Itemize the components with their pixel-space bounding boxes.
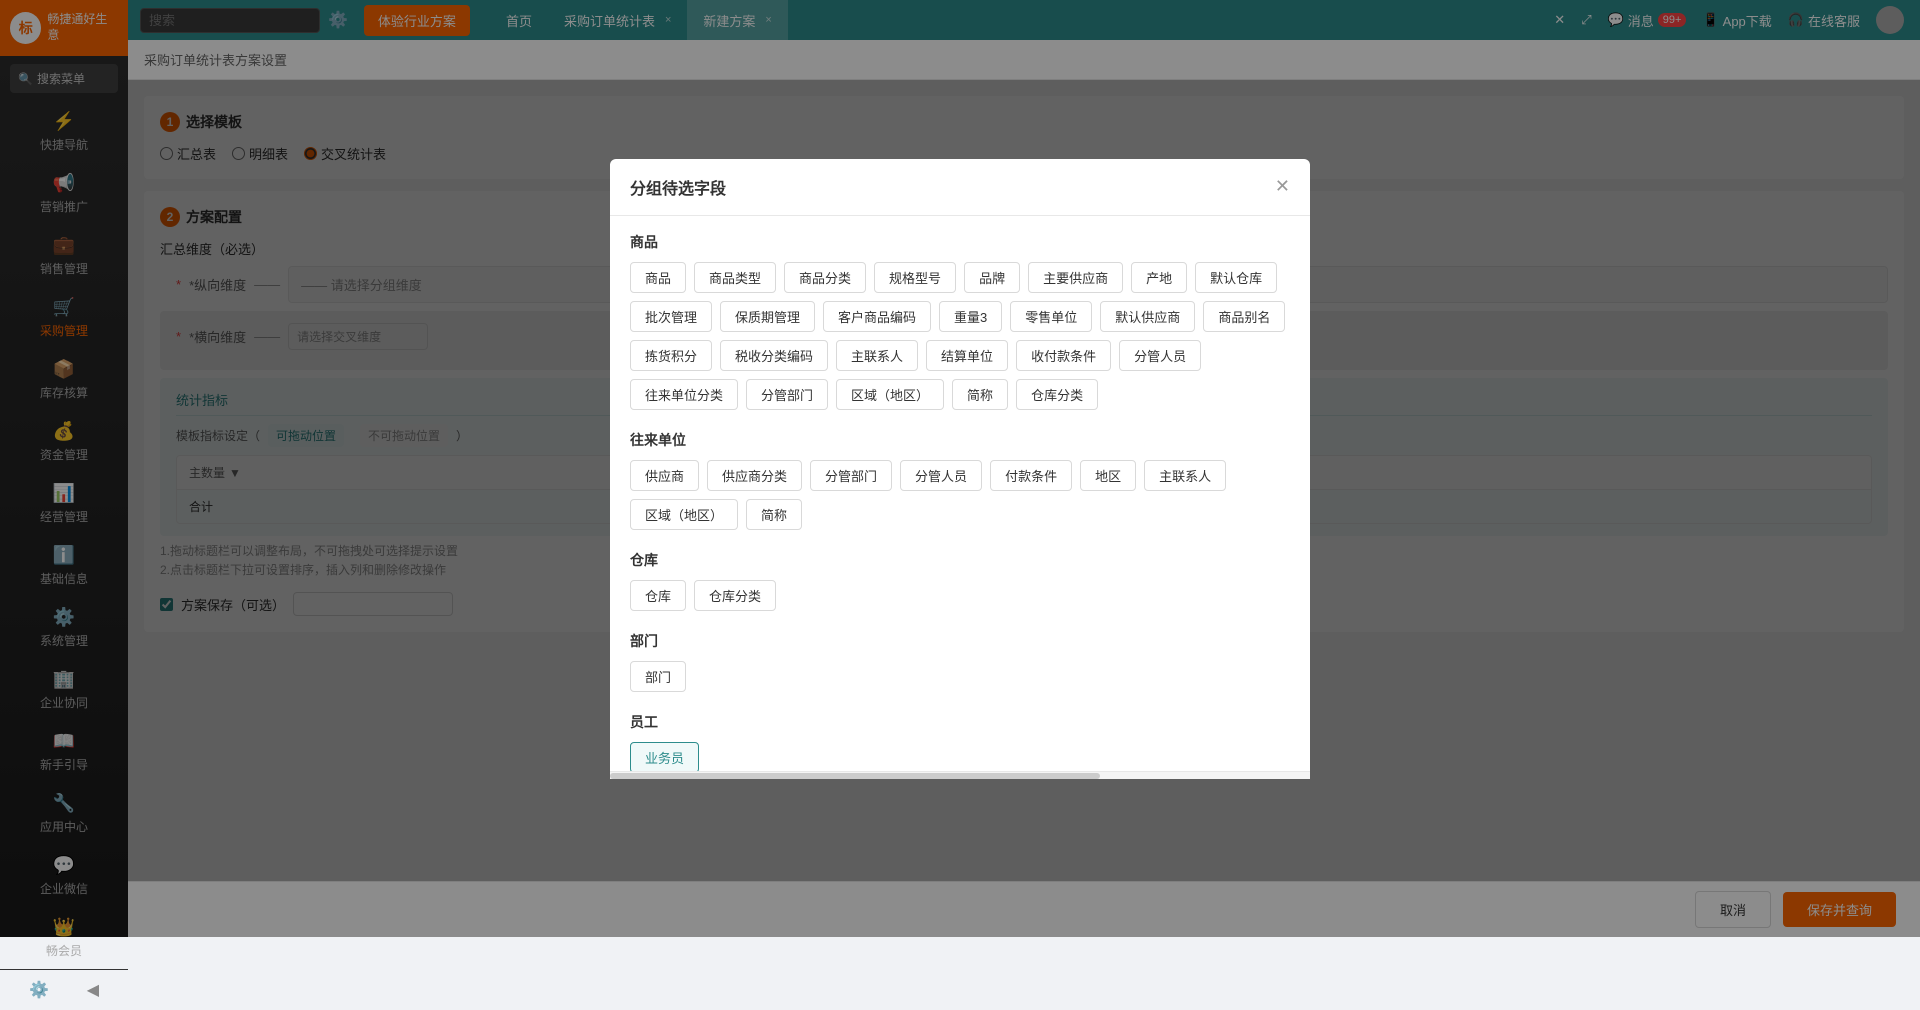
field-group-warehouse: 仓库 仓库 仓库分类 (630, 550, 1290, 611)
field-select-modal: 分组待选字段 ✕ 商品 商品 商品类型 商品分类 规格型号 品牌 主要供应商 产… (610, 159, 1310, 779)
field-tag-area[interactable]: 地区 (1080, 460, 1136, 491)
field-tag-warehouse-cat[interactable]: 仓库分类 (694, 580, 776, 611)
field-tag-settlement-unit[interactable]: 结算单位 (926, 340, 1008, 371)
field-tag-product[interactable]: 商品 (630, 262, 686, 293)
field-tag-customer-code[interactable]: 客户商品编码 (823, 301, 931, 332)
modal-overlay: 分组待选字段 ✕ 商品 商品 商品类型 商品分类 规格型号 品牌 主要供应商 产… (0, 0, 1920, 937)
field-tag-retail-unit[interactable]: 零售单位 (1010, 301, 1092, 332)
field-tag-shelf-life[interactable]: 保质期管理 (720, 301, 815, 332)
field-tag-supplier-category[interactable]: 供应商分类 (707, 460, 802, 491)
field-group-product: 商品 商品 商品类型 商品分类 规格型号 品牌 主要供应商 产地 默认仓库 批次… (630, 232, 1290, 410)
modal-title: 分组待选字段 (630, 175, 726, 199)
field-tag-pay-terms[interactable]: 付款条件 (990, 460, 1072, 491)
modal-hscroll-thumb[interactable] (610, 773, 1100, 779)
field-tag-warehouse-category[interactable]: 仓库分类 (1016, 379, 1098, 410)
field-tag-brand[interactable]: 品牌 (964, 262, 1020, 293)
modal-hscroll[interactable] (610, 771, 1310, 779)
group-department-fields: 部门 (630, 661, 1290, 692)
field-tag-spec-model[interactable]: 规格型号 (874, 262, 956, 293)
field-tag-default-supplier[interactable]: 默认供应商 (1100, 301, 1195, 332)
modal-close-button[interactable]: ✕ (1275, 176, 1290, 197)
group-warehouse-title: 仓库 (630, 550, 1290, 570)
group-warehouse-fields: 仓库 仓库分类 (630, 580, 1290, 611)
field-tag-main-contact2[interactable]: 主联系人 (1144, 460, 1226, 491)
field-tag-region[interactable]: 区域（地区） (836, 379, 944, 410)
field-tag-dept[interactable]: 分管部门 (746, 379, 828, 410)
field-tag-payment-terms[interactable]: 收付款条件 (1016, 340, 1111, 371)
field-tag-pick-score[interactable]: 拣货积分 (630, 340, 712, 371)
field-tag-supplier[interactable]: 供应商 (630, 460, 699, 491)
field-tag-main-contact[interactable]: 主联系人 (836, 340, 918, 371)
settings-icon[interactable]: ⚙️ (29, 980, 49, 1000)
field-tag-abbr2[interactable]: 简称 (746, 499, 802, 530)
collapse-icon[interactable]: ◀ (87, 980, 99, 1000)
sidebar-item-label: 畅会员 (46, 942, 82, 959)
field-tag-warehouse[interactable]: 仓库 (630, 580, 686, 611)
field-group-employee: 员工 业务员 (630, 712, 1290, 771)
field-tag-product-category[interactable]: 商品分类 (784, 262, 866, 293)
group-employee-fields: 业务员 (630, 742, 1290, 771)
field-group-partner: 往来单位 供应商 供应商分类 分管部门 分管人员 付款条件 地区 主联系人 区域… (630, 430, 1290, 530)
group-employee-title: 员工 (630, 712, 1290, 732)
group-partner-fields: 供应商 供应商分类 分管部门 分管人员 付款条件 地区 主联系人 区域（地区） … (630, 460, 1290, 530)
field-group-department: 部门 部门 (630, 631, 1290, 692)
modal-body: 商品 商品 商品类型 商品分类 规格型号 品牌 主要供应商 产地 默认仓库 批次… (610, 216, 1310, 771)
field-tag-batch-mgmt[interactable]: 批次管理 (630, 301, 712, 332)
field-tag-weight[interactable]: 重量3 (939, 301, 1002, 332)
field-tag-main-supplier[interactable]: 主要供应商 (1028, 262, 1123, 293)
group-product-fields: 商品 商品类型 商品分类 规格型号 品牌 主要供应商 产地 默认仓库 批次管理 … (630, 262, 1290, 410)
field-tag-mgmt-dept[interactable]: 分管部门 (810, 460, 892, 491)
field-tag-tax-code[interactable]: 税收分类编码 (720, 340, 828, 371)
field-tag-abbr[interactable]: 简称 (952, 379, 1008, 410)
field-tag-product-type[interactable]: 商品类型 (694, 262, 776, 293)
field-tag-department[interactable]: 部门 (630, 661, 686, 692)
field-tag-default-warehouse[interactable]: 默认仓库 (1195, 262, 1277, 293)
group-department-title: 部门 (630, 631, 1290, 651)
field-tag-region2[interactable]: 区域（地区） (630, 499, 738, 530)
field-tag-mgmt-person[interactable]: 分管人员 (900, 460, 982, 491)
group-partner-title: 往来单位 (630, 430, 1290, 450)
sidebar-bottom: ⚙️ ◀ (0, 969, 128, 1010)
field-tag-product-alias[interactable]: 商品别名 (1203, 301, 1285, 332)
field-tag-partner-category[interactable]: 往来单位分类 (630, 379, 738, 410)
group-product-title: 商品 (630, 232, 1290, 252)
field-tag-salesperson[interactable]: 业务员 (630, 742, 699, 771)
modal-header: 分组待选字段 ✕ (610, 159, 1310, 216)
field-tag-origin[interactable]: 产地 (1131, 262, 1187, 293)
field-tag-supervisor[interactable]: 分管人员 (1119, 340, 1201, 371)
